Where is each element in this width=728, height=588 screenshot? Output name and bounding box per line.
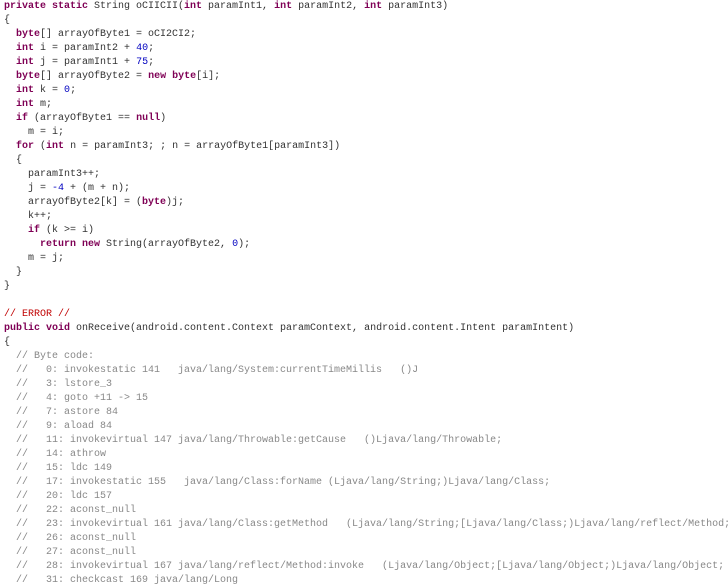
t: i = paramInt2 + — [34, 43, 136, 54]
t: m = i; — [4, 127, 64, 138]
bytecode-comment: // 11: invokevirtual 147 java/lang/Throw… — [4, 435, 502, 446]
bytecode-comment: // 14: athrow — [4, 449, 106, 460]
kw: private static — [4, 1, 88, 12]
n: -4 — [52, 183, 64, 194]
t: String(arrayOfByte2, — [100, 239, 232, 250]
t: ( — [34, 141, 46, 152]
t: [] arrayOfByte2 = — [40, 71, 148, 82]
t: m = j; — [4, 253, 64, 264]
kw: byte — [16, 29, 40, 40]
t — [4, 239, 40, 250]
t — [4, 71, 16, 82]
t — [4, 113, 16, 124]
t — [4, 29, 16, 40]
bytecode-comment: // 3: lstore_3 — [4, 379, 112, 390]
kw: int — [16, 99, 34, 110]
bytecode-comment: // 26: aconst_null — [4, 533, 136, 544]
kw: byte — [142, 197, 166, 208]
bytecode-comment: // Byte code: — [4, 351, 94, 362]
bytecode-comment: // 28: invokevirtual 167 java/lang/refle… — [4, 561, 724, 572]
bytecode-comment: // 22: aconst_null — [4, 505, 136, 516]
t: } — [4, 281, 10, 292]
kw: int — [46, 141, 64, 152]
kw: for — [16, 141, 34, 152]
t: (arrayOfByte1 == — [28, 113, 136, 124]
t: paramInt3++; — [4, 169, 100, 180]
t: ); — [238, 239, 250, 250]
t: j = — [4, 183, 52, 194]
bytecode-comment: // 31: checkcast 169 java/lang/Long — [4, 575, 238, 586]
t: } — [4, 267, 22, 278]
t: ; — [70, 85, 76, 96]
kw: int — [16, 43, 34, 54]
kw: if — [16, 113, 28, 124]
t: String oCIICII( — [88, 1, 184, 12]
bytecode-comment: // 0: invokestatic 141 java/lang/System:… — [4, 365, 418, 376]
t: { — [4, 15, 10, 26]
t: ; — [148, 43, 154, 54]
bytecode-comment: // 7: astore 84 — [4, 407, 118, 418]
kw: if — [28, 225, 40, 236]
t: n = paramInt3; ; n = arrayOfByte1[paramI… — [64, 141, 340, 152]
bytecode-comment: // 20: ldc 157 — [4, 491, 112, 502]
kw: new byte — [148, 71, 196, 82]
t: paramInt1, — [202, 1, 274, 12]
t: { — [4, 155, 22, 166]
kw: return new — [40, 239, 100, 250]
kw: int — [274, 1, 292, 12]
t: m; — [34, 99, 52, 110]
t — [4, 225, 28, 236]
kw: null — [136, 113, 160, 124]
t: [] arrayOfByte1 = oCI2CI2; — [40, 29, 196, 40]
kw: int — [16, 57, 34, 68]
t: j = paramInt1 + — [34, 57, 136, 68]
t: ; — [148, 57, 154, 68]
kw: int — [16, 85, 34, 96]
t: onReceive(android.content.Context paramC… — [70, 323, 574, 334]
t — [4, 99, 16, 110]
t: + (m + n); — [64, 183, 130, 194]
t — [4, 43, 16, 54]
t: paramInt2, — [292, 1, 364, 12]
bytecode-comment: // 27: aconst_null — [4, 547, 136, 558]
bytecode-comment: // 23: invokevirtual 161 java/lang/Class… — [4, 519, 728, 530]
kw: byte — [16, 71, 40, 82]
t: { — [4, 337, 10, 348]
bytecode-comment: // 4: goto +11 -> 15 — [4, 393, 148, 404]
t: [i]; — [196, 71, 220, 82]
error-marker: // ERROR // — [4, 309, 70, 320]
t: (k >= i) — [40, 225, 94, 236]
kw: int — [364, 1, 382, 12]
t: paramInt3) — [382, 1, 448, 12]
t — [4, 57, 16, 68]
t — [4, 141, 16, 152]
kw: int — [184, 1, 202, 12]
t — [4, 85, 16, 96]
t: ) — [160, 113, 166, 124]
bytecode-comment: // 15: ldc 149 — [4, 463, 112, 474]
bytecode-comment: // 17: invokestatic 155 java/lang/Class:… — [4, 477, 550, 488]
code-block: private static String oCIICII(int paramI… — [0, 0, 728, 588]
bytecode-comment: // 9: aload 84 — [4, 421, 112, 432]
n: 40 — [136, 43, 148, 54]
kw: public void — [4, 323, 70, 334]
t: k = — [34, 85, 64, 96]
t: arrayOfByte2[k] = ( — [4, 197, 142, 208]
n: 75 — [136, 57, 148, 68]
t: k++; — [4, 211, 52, 222]
t: )j; — [166, 197, 184, 208]
